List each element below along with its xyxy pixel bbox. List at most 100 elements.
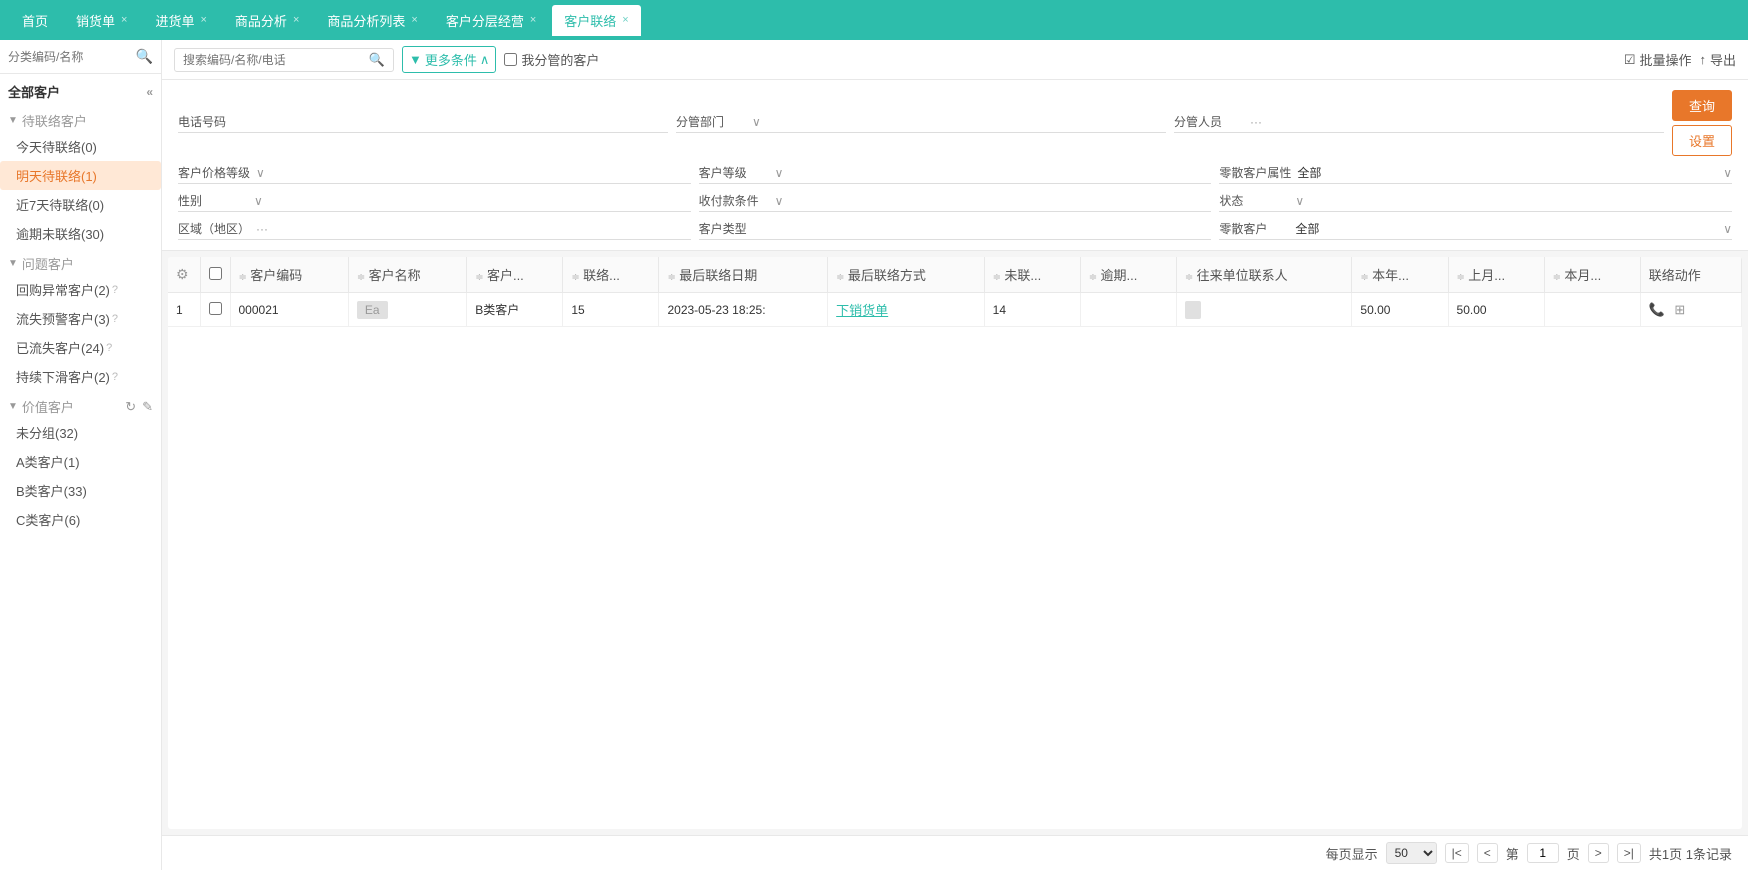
sidebar-search-box: 🔍	[0, 40, 161, 74]
action-menu-icon[interactable]: ⊞	[1674, 302, 1685, 317]
retail-attr-field: 零散客户属性 全部 ∨	[1219, 164, 1732, 184]
collapse-icon[interactable]: «	[146, 85, 153, 99]
nav-purchase-order[interactable]: 进货单 ×	[143, 5, 218, 36]
sidebar-item-repurchase-abnormal[interactable]: 回购异常客户(2) ?	[0, 275, 161, 304]
row-overdue	[1080, 293, 1176, 327]
sidebar-item-churn-warning[interactable]: 流失预警客户(3) ?	[0, 304, 161, 333]
sidebar-item-7days-pending[interactable]: 近7天待联络(0)	[0, 190, 161, 219]
main-layout: 🔍 全部客户 « ▼ 待联络客户 今天待联络(0) 明天待联络(1) 近7天待联…	[0, 40, 1748, 870]
nav-product-analysis-list[interactable]: 商品分析列表 ×	[315, 5, 429, 36]
filter-search-icon[interactable]: 🔍	[369, 52, 385, 68]
help-icon-2[interactable]: ?	[106, 342, 112, 354]
table-select-all-checkbox[interactable]	[209, 267, 222, 280]
last-page-btn[interactable]: >|	[1617, 843, 1641, 863]
page-number-input[interactable]	[1527, 843, 1559, 863]
prev-page-btn[interactable]: <	[1477, 843, 1498, 863]
value-group-title: ▼ 价值客户 ↻ ✎	[0, 391, 161, 418]
pending-group-title: ▼ 待联络客户	[0, 105, 161, 132]
nav-sales-order-close[interactable]: ×	[121, 14, 127, 26]
gear-icon[interactable]: ⚙	[176, 266, 189, 282]
action-phone-icon[interactable]: 📞	[1649, 302, 1665, 317]
first-page-btn[interactable]: |<	[1445, 843, 1469, 863]
row-last-contact-method[interactable]: 下销货单	[828, 293, 984, 327]
filter-icon: ▼	[409, 52, 422, 67]
row-name-masked: Ea	[357, 301, 388, 319]
query-btn[interactable]: 查询	[1672, 90, 1732, 121]
edit-icon[interactable]: ✎	[142, 399, 153, 415]
customer-level-dropdown-icon[interactable]: ∨	[775, 166, 784, 180]
person-field: 分管人员 ···	[1174, 113, 1664, 133]
status-dropdown-icon[interactable]: ∨	[1295, 194, 1304, 208]
sidebar-item-overdue-pending[interactable]: 逾期未联络(30)	[0, 219, 161, 248]
help-icon-0[interactable]: ?	[112, 284, 118, 296]
col-contacts: ≑ 联络...	[563, 257, 659, 293]
sidebar-item-b-class[interactable]: B类客户(33)	[0, 476, 161, 505]
my-customers-checkbox[interactable]	[504, 53, 517, 66]
sidebar-item-a-class[interactable]: A类客户(1)	[0, 447, 161, 476]
nav-customer-contact-close[interactable]: ×	[622, 14, 628, 26]
adv-filter-panel: 电话号码 分管部门 ∨ 分管人员 ··· 查询 设置 客户价格等级	[162, 80, 1748, 251]
nav-product-analysis-close[interactable]: ×	[293, 14, 299, 26]
row-checkbox-cell	[200, 293, 230, 327]
gender-dropdown-icon[interactable]: ∨	[254, 194, 263, 208]
checkbox-icon: ☑	[1624, 52, 1636, 68]
row-code: 000021	[230, 293, 348, 327]
col-type-sort-icon: ≑	[475, 272, 483, 283]
nav-customer-contact[interactable]: 客户联络 ×	[552, 5, 640, 36]
nav-customer-stratification[interactable]: 客户分层经营 ×	[434, 5, 548, 36]
table-footer: 每页显示 50 100 200 |< < 第 页 > >| 共1页 1条记录	[162, 835, 1748, 870]
row-checkbox[interactable]	[209, 302, 222, 315]
col-last-contact-method: ≑ 最后联络方式	[828, 257, 984, 293]
region-more-icon[interactable]: ···	[256, 222, 268, 236]
price-level-dropdown-icon[interactable]: ∨	[256, 166, 265, 180]
row-not-contacted: 14	[984, 293, 1080, 327]
sidebar-search-input[interactable]	[8, 50, 132, 64]
sidebar-item-churned[interactable]: 已流失客户(24) ?	[0, 333, 161, 362]
export-btn[interactable]: ↑ 导出	[1699, 50, 1736, 69]
sidebar-item-declining[interactable]: 持续下滑客户(2) ?	[0, 362, 161, 391]
row-index: 1	[168, 293, 200, 327]
next-page-btn[interactable]: >	[1588, 843, 1609, 863]
sidebar-item-today-pending[interactable]: 今天待联络(0)	[0, 132, 161, 161]
my-customers-checkbox-group[interactable]: 我分管的客户	[504, 50, 599, 69]
nav-product-analysis[interactable]: 商品分析 ×	[223, 5, 311, 36]
filter-search-input[interactable]	[183, 53, 365, 67]
help-icon-3[interactable]: ?	[112, 371, 118, 383]
payment-dropdown-icon[interactable]: ∨	[775, 194, 784, 208]
col-last-method-sort-icon: ≑	[836, 272, 844, 283]
sidebar-item-ungrouped[interactable]: 未分组(32)	[0, 418, 161, 447]
retail-customer-dropdown-icon[interactable]: ∨	[1723, 222, 1732, 236]
batch-operation-btn[interactable]: ☑ 批量操作	[1624, 50, 1692, 69]
region-field: 区域（地区） ···	[178, 220, 691, 240]
sidebar-item-tomorrow-pending[interactable]: 明天待联络(1)	[0, 161, 161, 190]
last-contact-link[interactable]: 下销货单	[836, 303, 888, 318]
nav-purchase-order-close[interactable]: ×	[200, 14, 206, 26]
col-action: 联络动作	[1640, 257, 1741, 293]
col-last-month: ≑ 上月...	[1448, 257, 1544, 293]
col-last-contact-date: ≑ 最后联络日期	[659, 257, 828, 293]
nav-sales-order[interactable]: 销货单 ×	[64, 5, 139, 36]
table-row: 1 000021 Ea B类客户 15 2023-05-23 18:25: 下销…	[168, 293, 1742, 327]
more-conditions-btn[interactable]: ▼ 更多条件 ∧	[402, 46, 496, 73]
search-icon[interactable]: 🔍	[136, 48, 153, 65]
row-last-contact-date: 2023-05-23 18:25:	[659, 293, 828, 327]
col-contacts-sort-icon: ≑	[571, 272, 579, 283]
help-icon-1[interactable]: ?	[112, 313, 118, 325]
page-size-select[interactable]: 50 100 200	[1386, 842, 1437, 864]
person-more-icon[interactable]: ···	[1250, 115, 1262, 129]
col-code-sort-icon: ≑	[239, 272, 247, 283]
content-area: 🔍 ▼ 更多条件 ∧ 我分管的客户 ☑ 批量操作 ↑ 导出	[162, 40, 1748, 870]
sidebar-item-c-class[interactable]: C类客户(6)	[0, 505, 161, 534]
dept-dropdown-icon[interactable]: ∨	[752, 115, 761, 129]
nav-customer-stratification-close[interactable]: ×	[530, 14, 536, 26]
set-btn[interactable]: 设置	[1672, 125, 1732, 156]
nav-home[interactable]: 首页	[10, 5, 60, 36]
refresh-icon[interactable]: ↻	[125, 399, 136, 415]
col-name-sort-icon: ≑	[357, 272, 365, 283]
gender-field: 性别 ∨	[178, 192, 691, 212]
retail-attr-dropdown-icon[interactable]: ∨	[1723, 166, 1732, 180]
col-unit-contact: ≑ 往来单位联系人	[1176, 257, 1352, 293]
nav-product-analysis-list-close[interactable]: ×	[411, 14, 417, 26]
filter-bar: 🔍 ▼ 更多条件 ∧ 我分管的客户 ☑ 批量操作 ↑ 导出	[162, 40, 1748, 80]
dept-field: 分管部门 ∨	[676, 113, 1166, 133]
